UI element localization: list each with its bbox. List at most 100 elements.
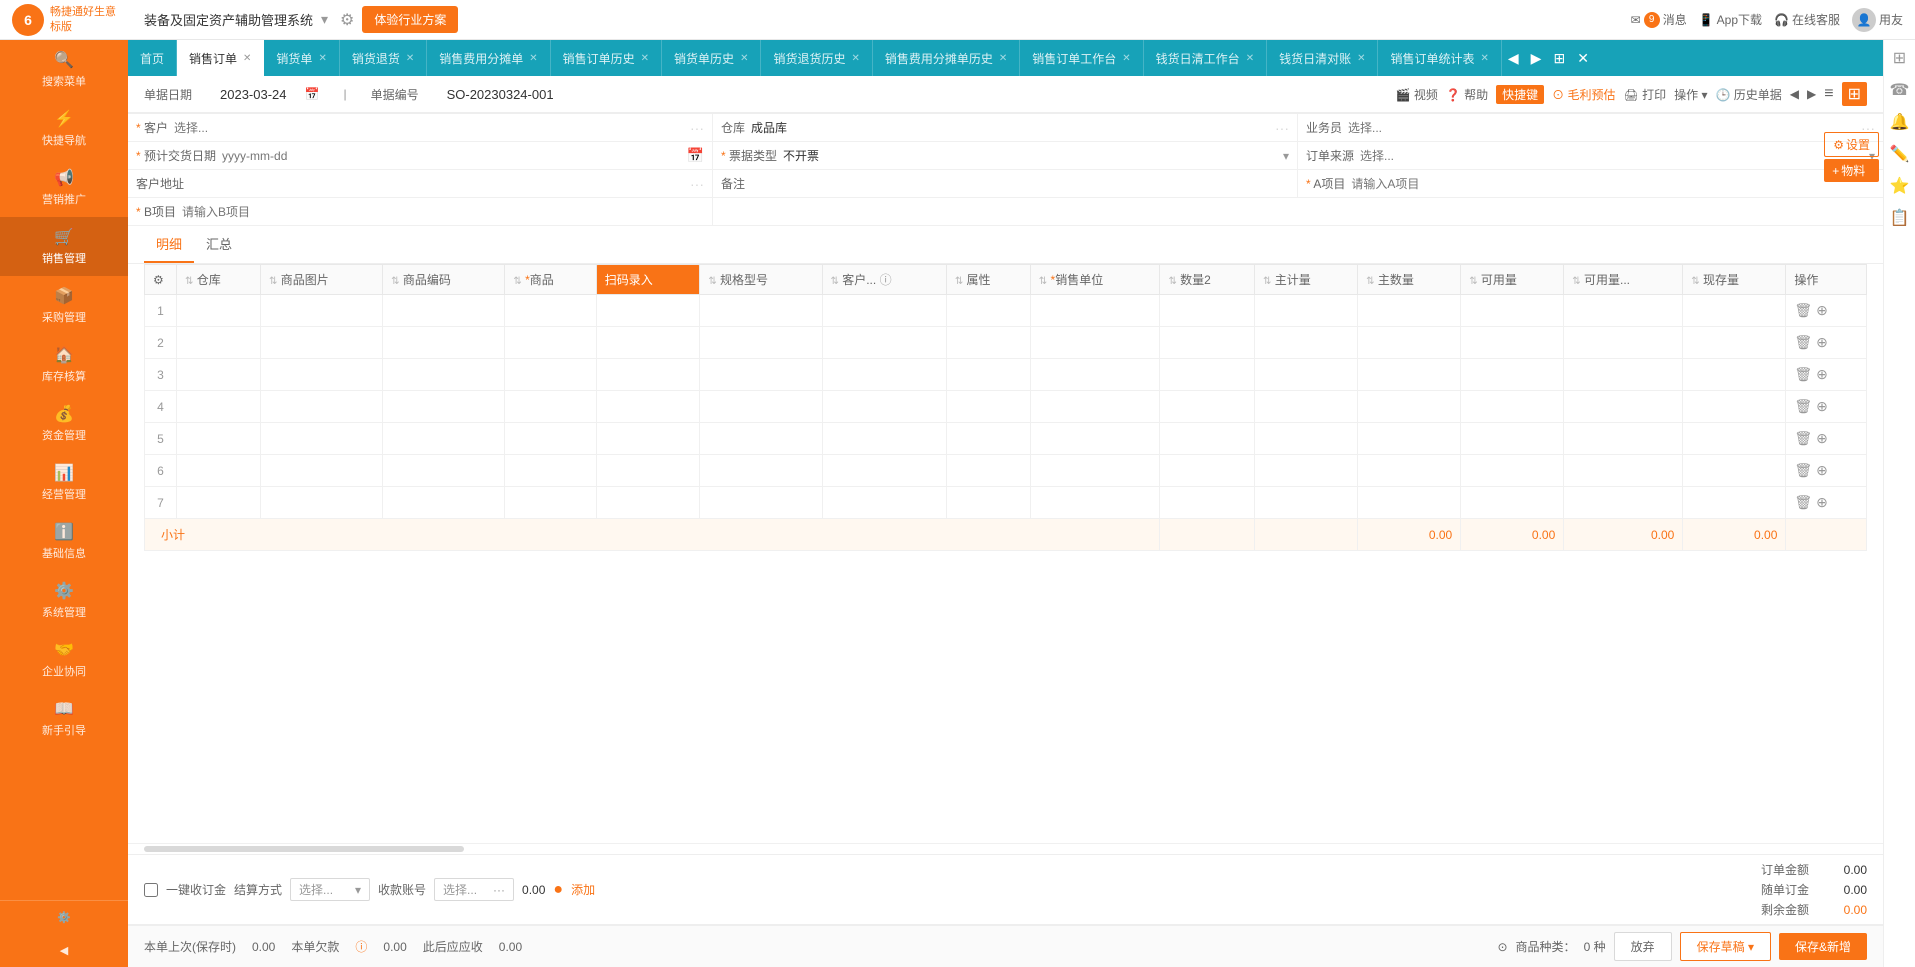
row-2-attr[interactable] — [946, 327, 1030, 359]
customer-more-icon[interactable]: ··· — [690, 120, 704, 136]
col-product[interactable]: ⇅ *商品 — [505, 265, 596, 295]
order-source-input[interactable] — [1360, 149, 1863, 163]
col-unit[interactable]: ⇅ *销售单位 — [1030, 265, 1160, 295]
profit-btn[interactable]: ⊙ 毛利预估 — [1552, 86, 1615, 103]
row-1-warehouse[interactable] — [177, 295, 261, 327]
help-btn[interactable]: ❓ 帮助 — [1446, 86, 1488, 103]
tab-more-btn[interactable]: ⊞ — [1547, 40, 1571, 76]
tab-prev-btn[interactable]: ◀ — [1502, 40, 1525, 76]
row-2-available2[interactable] — [1564, 327, 1683, 359]
row-5-delete-icon[interactable]: 🗑 — [1794, 430, 1812, 447]
row-2-warehouse[interactable] — [177, 327, 261, 359]
col-setting[interactable]: ⚙ — [145, 265, 177, 295]
tab-sales-expense[interactable]: 销售费用分摊单 ✕ — [427, 40, 550, 76]
row-7-copy-icon[interactable]: ⊕ — [1816, 494, 1828, 511]
history-btn[interactable]: 🕒 历史单据 — [1715, 86, 1781, 103]
row-2-image[interactable] — [260, 327, 382, 359]
col-scan[interactable]: 扫码录入 — [596, 265, 700, 295]
sidebar-item-marketing[interactable]: 📢 营销推广 — [0, 158, 128, 217]
warehouse-more-icon[interactable]: ··· — [1275, 120, 1289, 136]
row-4-ops[interactable]: 🗑⊕ — [1786, 391, 1867, 423]
row-2-scan[interactable] — [596, 327, 700, 359]
product-count-icon[interactable]: ⊙ — [1497, 940, 1507, 954]
tab-sales-invoice[interactable]: 销货单 ✕ — [264, 40, 339, 76]
col-customer-code[interactable]: ⇅ 客户... ⓘ — [822, 265, 946, 295]
tab-close-icon[interactable]: ✕ — [1357, 53, 1365, 64]
row-2-available[interactable] — [1461, 327, 1564, 359]
right-icon-4[interactable]: ✏️ — [1890, 144, 1910, 164]
row-2-copy-icon[interactable]: ⊕ — [1816, 334, 1828, 351]
user-area[interactable]: 👤 用友 — [1852, 8, 1903, 32]
col-spec[interactable]: ⇅ 规格型号 — [700, 265, 822, 295]
row-2-main-qty[interactable] — [1358, 327, 1461, 359]
row-1-qty2[interactable] — [1160, 295, 1255, 327]
calendar-icon[interactable]: 📅 — [305, 87, 320, 101]
add-material-btn[interactable]: + 物料 — [1824, 159, 1879, 182]
message-icon-area[interactable]: ✉ 9 消息 — [1631, 11, 1687, 28]
account-select[interactable]: 选择... ··· — [434, 878, 514, 901]
tab-expense-history[interactable]: 销售费用分摊单历史 ✕ — [873, 40, 1020, 76]
nav-prev-btn[interactable]: ◀ — [1790, 87, 1799, 101]
discard-btn[interactable]: 放弃 — [1614, 932, 1672, 961]
tab-next-btn[interactable]: ▶ — [1525, 40, 1548, 76]
row-4-copy-icon[interactable]: ⊕ — [1816, 398, 1828, 415]
right-icon-1[interactable]: ⊞ — [1893, 48, 1906, 68]
tab-daily-workbench[interactable]: 钱货日清工作台 ✕ — [1144, 40, 1267, 76]
row-4-delete-icon[interactable]: 🗑 — [1794, 398, 1812, 415]
shortcut-btn[interactable]: 快捷键 — [1496, 85, 1544, 104]
row-7-delete-icon[interactable]: 🗑 — [1794, 494, 1812, 511]
one-click-checkbox[interactable] — [144, 883, 158, 897]
row-1-ops[interactable]: 🗑 ⊕ — [1786, 295, 1867, 327]
col-attr[interactable]: ⇅ 属性 — [946, 265, 1030, 295]
row-2-stock[interactable] — [1683, 327, 1786, 359]
row-1-unit[interactable] — [1030, 295, 1160, 327]
sidebar-item-basic[interactable]: ℹ️ 基础信息 — [0, 512, 128, 571]
row-1-image[interactable] — [260, 295, 382, 327]
row-3-copy-icon[interactable]: ⊕ — [1816, 366, 1828, 383]
tab-sales-return[interactable]: 销货退货 ✕ — [340, 40, 427, 76]
row-3-delete-icon[interactable]: 🗑 — [1794, 366, 1812, 383]
memo-input[interactable] — [751, 177, 1289, 191]
col-setting-icon[interactable]: ⚙ — [153, 273, 164, 287]
tab-invoice-history[interactable]: 销货单历史 ✕ — [662, 40, 761, 76]
row-5-ops[interactable]: 🗑⊕ — [1786, 423, 1867, 455]
sidebar-item-search[interactable]: 🔍 搜索菜单 — [0, 40, 128, 99]
row-3-warehouse[interactable] — [177, 359, 261, 391]
list-view-icon[interactable]: ≡ — [1824, 85, 1833, 103]
tab-close-icon[interactable]: ✕ — [999, 53, 1007, 64]
row-1-code[interactable] — [383, 295, 505, 327]
col-available2[interactable]: ⇅ 可用量... — [1564, 265, 1683, 295]
row-2-spec[interactable] — [700, 327, 822, 359]
tab-order-workbench[interactable]: 销售订单工作台 ✕ — [1020, 40, 1143, 76]
tab-close-icon[interactable]: ✕ — [740, 53, 748, 64]
print-btn[interactable]: 🖨 打印 — [1624, 86, 1667, 103]
sidebar-item-quicknav[interactable]: ⚡ 快捷导航 — [0, 99, 128, 158]
row-6-delete-icon[interactable]: 🗑 — [1794, 462, 1812, 479]
row-1-delete-icon[interactable]: 🗑 — [1794, 302, 1812, 319]
tab-home[interactable]: 首页 — [128, 40, 177, 76]
sidebar-item-purchase[interactable]: 📦 采购管理 — [0, 276, 128, 335]
right-icon-6[interactable]: 📋 — [1890, 208, 1910, 228]
settings-icon[interactable]: ⚙ — [340, 10, 354, 30]
right-icon-2[interactable]: ☎ — [1890, 80, 1910, 100]
tab-close-icon[interactable]: ✕ — [243, 53, 251, 64]
tab-close-icon[interactable]: ✕ — [641, 53, 649, 64]
row-2-code[interactable] — [383, 327, 505, 359]
online-support-area[interactable]: 🎧 在线客服 — [1774, 11, 1840, 28]
tab-summary[interactable]: 汇总 — [194, 226, 244, 263]
row-1-available[interactable] — [1461, 295, 1564, 327]
sidebar-item-guide[interactable]: 📖 新手引导 — [0, 689, 128, 748]
tab-sales-order[interactable]: 销售订单 ✕ — [177, 40, 264, 76]
col-code[interactable]: ⇅ 商品编码 — [383, 265, 505, 295]
row-2-main-unit[interactable] — [1255, 327, 1358, 359]
row-6-ops[interactable]: 🗑⊕ — [1786, 455, 1867, 487]
address-more-icon[interactable]: ··· — [690, 176, 704, 192]
tab-close-icon[interactable]: ✕ — [406, 53, 414, 64]
nav-next-btn[interactable]: ▶ — [1807, 87, 1816, 101]
row-1-main-unit[interactable] — [1255, 295, 1358, 327]
row-7-ops[interactable]: 🗑⊕ — [1786, 487, 1867, 519]
row-2-qty2[interactable] — [1160, 327, 1255, 359]
add-icon[interactable]: ● — [553, 881, 563, 899]
row-1-attr[interactable] — [946, 295, 1030, 327]
col-qty2[interactable]: ⇅ 数量2 — [1160, 265, 1255, 295]
